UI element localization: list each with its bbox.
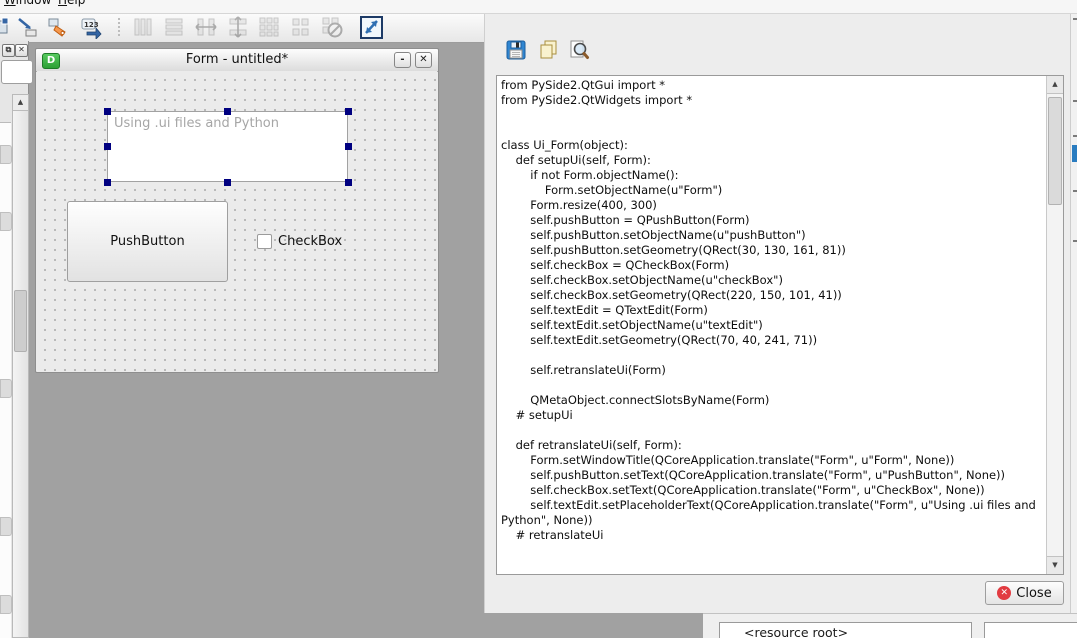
widget-list-item[interactable] (0, 212, 12, 231)
break-layout-icon[interactable] (320, 15, 344, 39)
selection-handle[interactable] (104, 108, 111, 115)
edge-tick (1073, 135, 1077, 137)
selection-handle[interactable] (224, 179, 231, 186)
qt-designer-screen: Window Help 123 (0, 0, 1077, 638)
find-icon[interactable] (566, 37, 592, 63)
layout-form-icon[interactable] (289, 15, 313, 39)
adjust-size-icon[interactable] (359, 15, 383, 39)
minimize-button[interactable]: - (394, 52, 411, 68)
layout-vertically-icon[interactable] (162, 15, 186, 39)
menu-bar: Window Help (0, 0, 1077, 14)
widget-box-list (0, 122, 11, 638)
scroll-down-icon[interactable]: ▼ (1047, 556, 1063, 574)
checkbox-widget[interactable]: CheckBox (257, 221, 358, 262)
edge-tick (1073, 100, 1077, 102)
widget-box-dock: ⧉ ✕ ▲ (0, 41, 29, 638)
selection-handle[interactable] (104, 143, 111, 150)
generated-python-code[interactable]: from PySide2.QtGui import * from PySide2… (501, 78, 1045, 543)
selection-handle[interactable] (104, 179, 111, 186)
checkbox-indicator[interactable] (257, 234, 272, 249)
copy-icon[interactable] (535, 37, 561, 63)
selection-handle[interactable] (345, 179, 352, 186)
selection-handle[interactable] (224, 108, 231, 115)
selection-handle[interactable] (345, 143, 352, 150)
widget-list-item[interactable] (0, 145, 12, 164)
edit-tab-order-icon[interactable]: 123 (79, 15, 103, 39)
scroll-up-icon[interactable]: ▲ (1047, 76, 1063, 94)
resource-root-label: <resource root> (744, 625, 848, 638)
widget-list-item[interactable] (0, 379, 12, 398)
resource-browser-window: <resource root> (703, 613, 1077, 638)
textedit-widget[interactable]: Using .ui files and Python (107, 111, 348, 182)
dock-float-icon[interactable]: ⧉ (2, 44, 15, 57)
resource-list[interactable] (984, 622, 1077, 638)
edge-tick (1073, 240, 1077, 242)
edit-signals-slots-icon[interactable] (15, 15, 39, 39)
widget-box-scrollbar[interactable]: ▲ (12, 94, 29, 638)
scrollbar-thumb[interactable] (14, 290, 27, 352)
scrollbar-thumb[interactable] (1048, 97, 1062, 205)
edit-buddies-icon[interactable] (46, 15, 70, 39)
main-toolbar: 123 (0, 14, 484, 43)
svg-text:123: 123 (84, 21, 99, 29)
selection-handle[interactable] (345, 108, 352, 115)
widget-list-item[interactable] (0, 595, 12, 614)
layout-horizontally-icon[interactable] (131, 15, 155, 39)
code-view[interactable]: from PySide2.QtGui import * from PySide2… (496, 75, 1064, 575)
layout-grid-icon[interactable] (257, 15, 281, 39)
checkbox-label: CheckBox (278, 234, 342, 249)
edge-selection-mark (1072, 145, 1077, 162)
form-canvas[interactable]: Using .ui files and Python PushButton Ch… (37, 71, 437, 371)
layout-vertical-splitter-icon[interactable] (226, 15, 250, 39)
close-button-label: Close (1016, 586, 1051, 601)
save-icon[interactable] (503, 37, 529, 63)
close-icon: ✕ (997, 586, 1011, 600)
close-button[interactable]: ✕ Close (985, 581, 1064, 605)
view-code-dialog: from PySide2.QtGui import * from PySide2… (484, 14, 1070, 613)
edge-tick (1073, 190, 1077, 192)
edge-tick (1073, 18, 1077, 20)
menu-window[interactable]: Window (4, 0, 51, 7)
edit-widgets-icon[interactable] (0, 15, 11, 39)
pushbutton-widget[interactable]: PushButton (67, 201, 228, 282)
widget-filter-input[interactable] (1, 60, 33, 84)
widget-list-item[interactable] (0, 517, 12, 536)
toolbar-separator (118, 18, 120, 36)
layout-horizontal-splitter-icon[interactable] (194, 15, 218, 39)
form-designer-window: D Form - untitled* - ✕ Using .ui files a… (35, 48, 439, 373)
code-scrollbar[interactable]: ▲ ▼ (1046, 76, 1063, 574)
form-window-title: Form - untitled* (36, 52, 438, 67)
menu-help[interactable]: Help (58, 0, 85, 7)
form-titlebar[interactable]: D Form - untitled* - ✕ (36, 49, 438, 72)
scroll-up-icon[interactable]: ▲ (13, 95, 28, 111)
right-panel-edge (1070, 14, 1077, 613)
resource-tree[interactable]: <resource root> (719, 622, 972, 638)
close-window-button[interactable]: ✕ (415, 52, 432, 68)
dock-close-icon[interactable]: ✕ (15, 44, 28, 57)
